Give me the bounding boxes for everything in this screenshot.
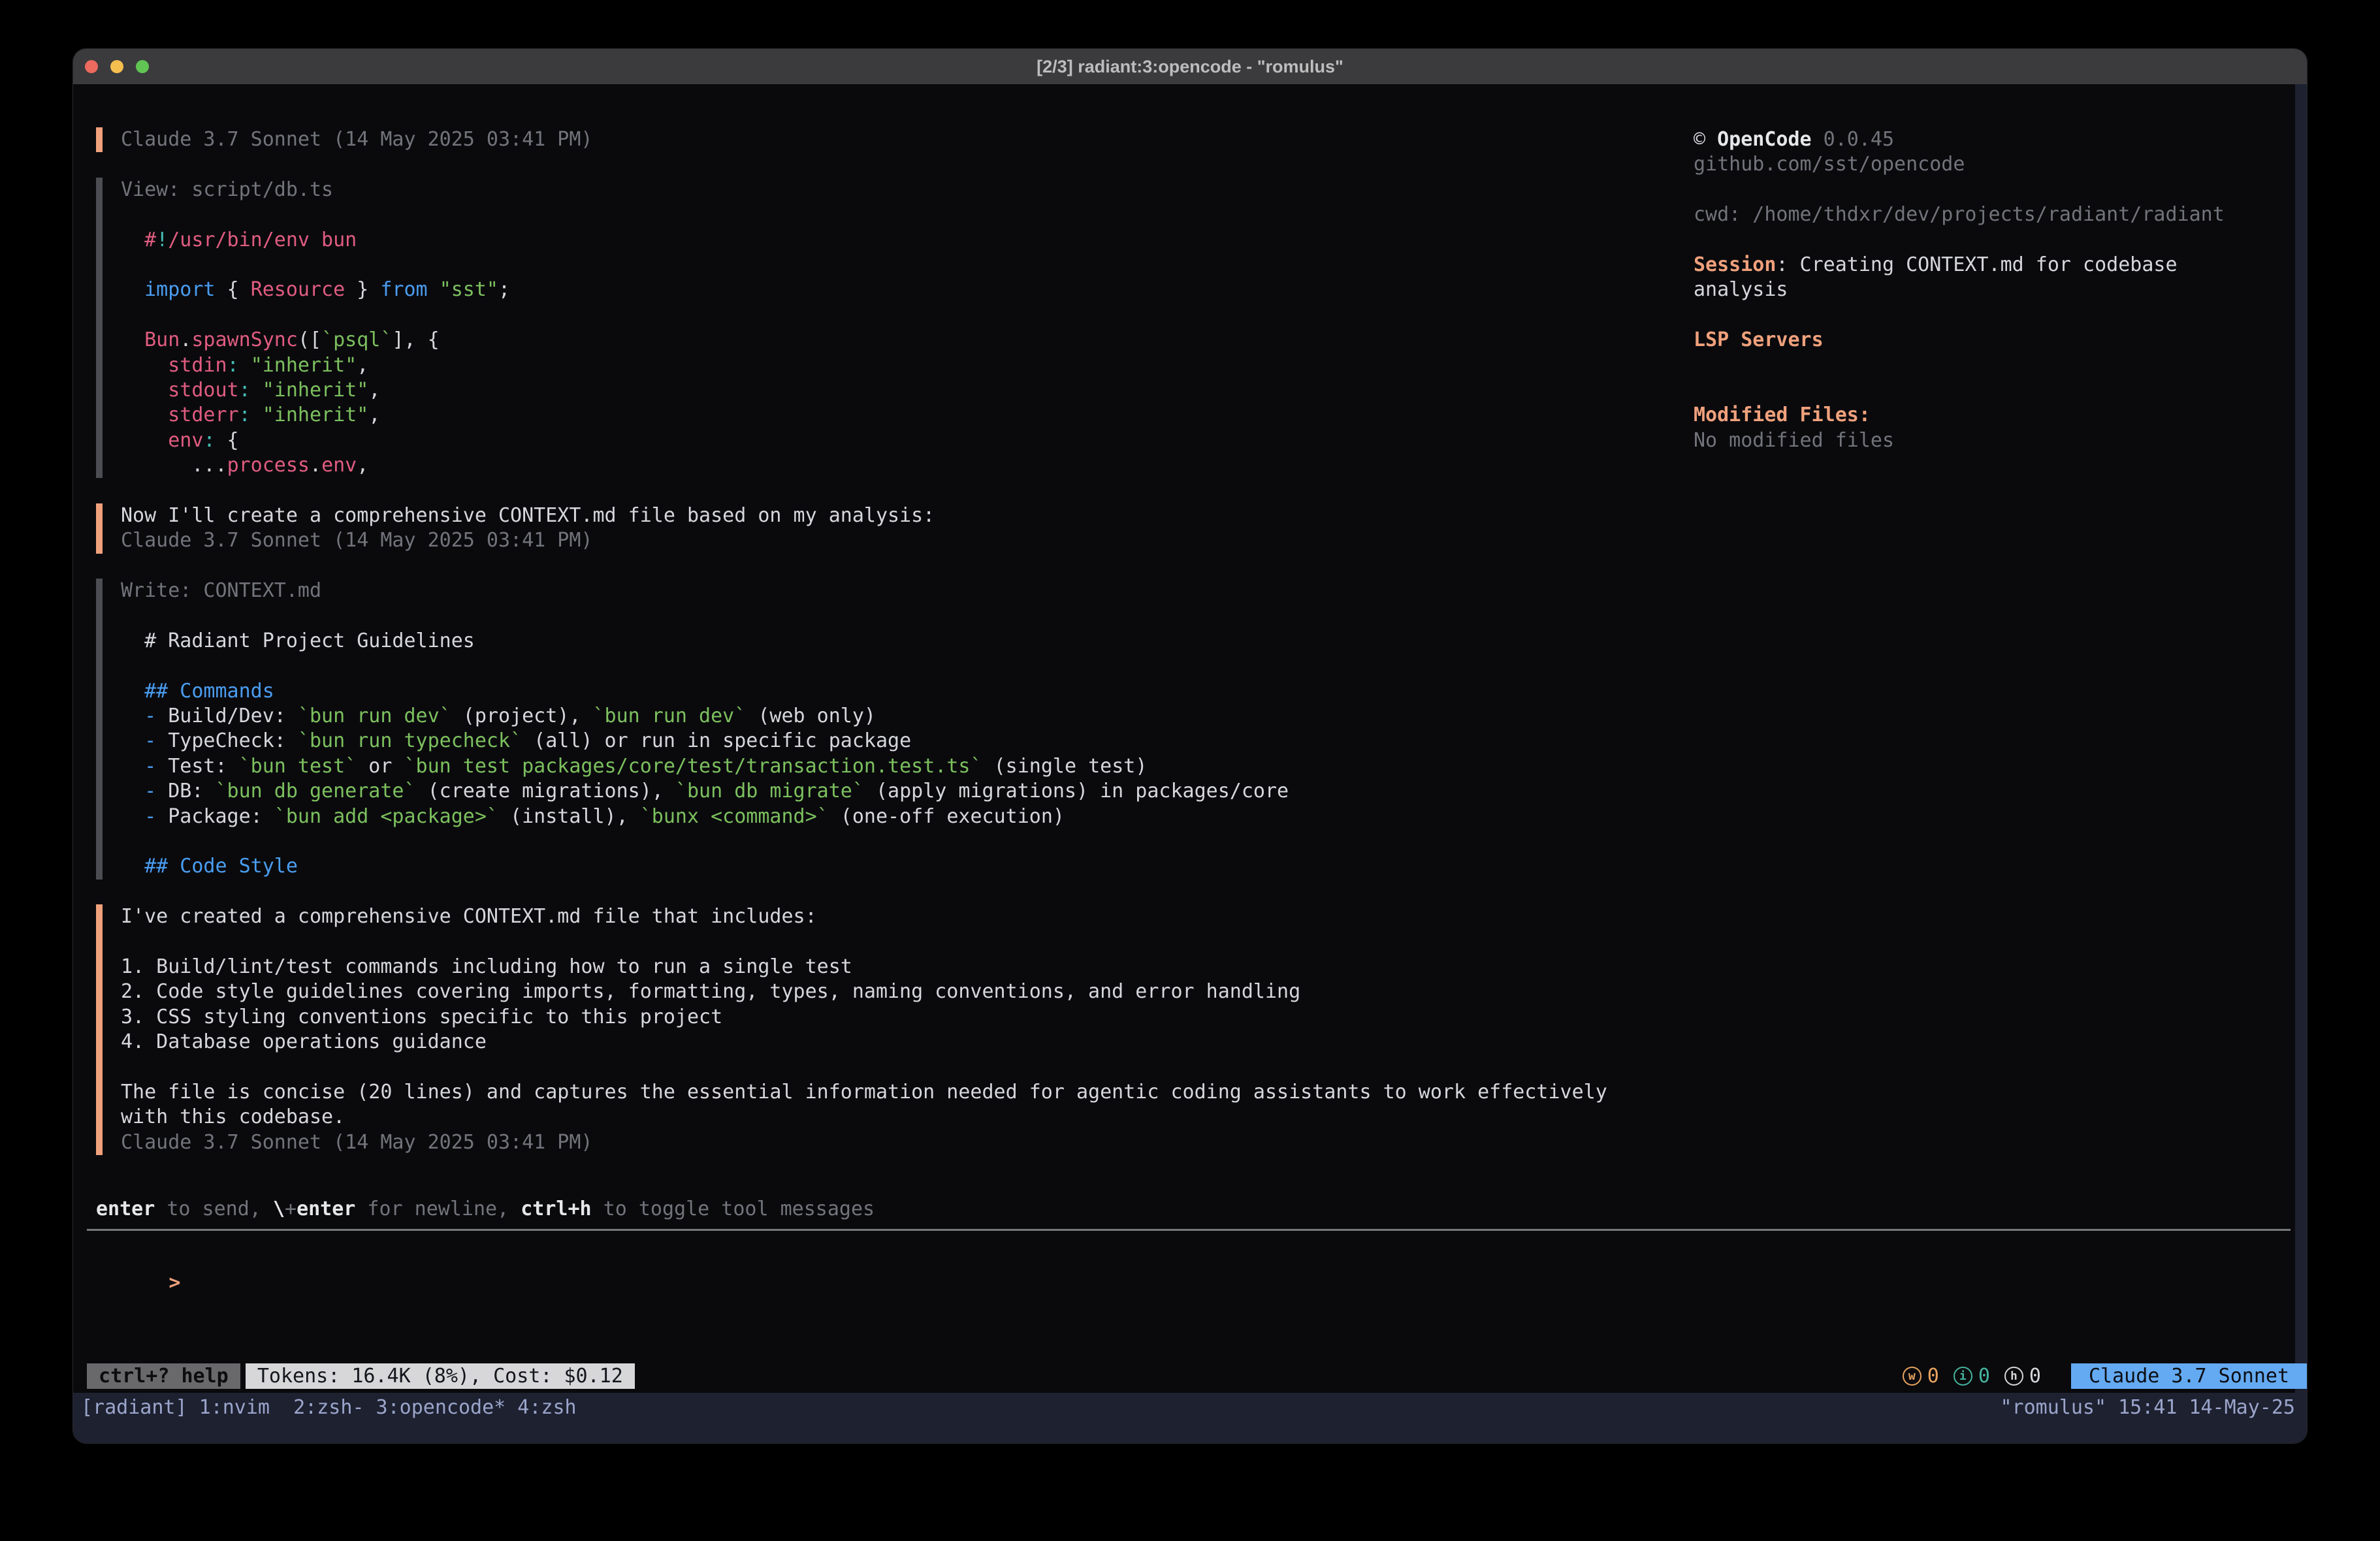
terminal-line: stderr: "inherit", [121,403,1690,428]
tmux-status-bar: [radiant] 1:nvim 2:zsh- 3:opencode* 4:zs… [73,1393,2307,1443]
tmux-window-list: [radiant] 1:nvim 2:zsh- 3:opencode* 4:zs… [81,1395,577,1420]
terminal-line [121,1055,1690,1079]
terminal-line [121,303,1690,328]
terminal-line: LSP Servers [1694,328,2307,353]
terminal-line [1694,228,2307,253]
terminal-line: View: script/db.ts [121,178,1690,202]
terminal-line: Modified Files: [1694,403,2307,428]
terminal-line: 1. Build/lint/test commands including ho… [121,955,1690,979]
terminal-line [121,603,1690,628]
terminal-line [1694,303,2307,328]
terminal-line: stdin: "inherit", [121,353,1690,378]
terminal-line: #!/usr/bin/env bun [121,228,1690,253]
status-right-group: w 0 i 0 h 0 Claude 3.7 Sonnet [1903,1363,2307,1389]
terminal-line: github.com/sst/opencode [1694,152,2307,177]
input-divider [87,1229,2291,1231]
terminal-line: 2. Code style guidelines covering import… [121,979,1690,1004]
hint-icon: h [2004,1367,2023,1386]
info-icon: i [1954,1367,1972,1386]
tmux-session-clock: "romulus" 15:41 14-May-25 [2000,1395,2295,1420]
terminal-line: stdout: "inherit", [121,378,1690,403]
info-counter: i 0 [1954,1365,1990,1388]
terminal-line: - Test: `bun test` or `bun test packages… [121,754,1690,779]
terminal-line: # Radiant Project Guidelines [121,629,1690,654]
terminal-line: ...process.env, [121,453,1690,478]
terminal-line: No modified files [1694,428,2307,453]
terminal-line: ## Code Style [121,854,1690,879]
tokens-cost-badge: Tokens: 16.4K (8%), Cost: $0.12 [246,1363,635,1389]
status-bar: ctrl+? help Tokens: 16.4K (8%), Cost: $0… [73,1363,2307,1389]
terminal-line: enter to send, \+enter for newline, ctrl… [96,1197,875,1222]
terminal-line: - DB: `bun db generate` (create migratio… [121,779,1690,804]
terminal-line: I've created a comprehensive CONTEXT.md … [121,904,1690,929]
assistant-message: Now I'll create a comprehensive CONTEXT.… [96,503,1690,554]
terminal-line: import { Resource } from "sst"; [121,278,1690,302]
warnings-counter: w 0 [1903,1365,1939,1388]
terminal-line: Write: CONTEXT.md [121,579,1690,603]
hint-count: 0 [2029,1365,2041,1388]
chat-log: Claude 3.7 Sonnet (14 May 2025 03:41 PM)… [96,127,1690,1180]
terminal-line: ## Commands [121,679,1690,704]
terminal-line: 4. Database operations guidance [121,1030,1690,1055]
tool-view-block: View: script/db.ts #!/usr/bin/env bun im… [96,178,1690,479]
terminal-line: - Package: `bun add <package>` (install)… [121,804,1690,829]
window-titlebar: [2/3] radiant:3:opencode - "romulus" [73,49,2307,84]
help-shortcut-badge: ctrl+? help [87,1363,240,1389]
terminal-line: env: { [121,428,1690,453]
hint-counter: h 0 [2004,1365,2041,1388]
terminal-line: cwd: /home/thdxr/dev/projects/radiant/ra… [1694,202,2307,227]
terminal-line [1694,353,2307,378]
terminal-line [121,654,1690,678]
warning-count: 0 [1927,1365,1939,1388]
terminal-line: © OpenCode 0.0.45 [1694,127,2307,152]
warning-icon: w [1903,1367,1922,1386]
terminal-window: [2/3] radiant:3:opencode - "romulus" Cla… [73,49,2307,1443]
terminal-line: Claude 3.7 Sonnet (14 May 2025 03:41 PM) [121,1130,1690,1155]
terminal-line: The file is concise (20 lines) and captu… [121,1080,1690,1105]
tool-write-block: Write: CONTEXT.md # Radiant Project Guid… [96,579,1690,880]
terminal-line: Claude 3.7 Sonnet (14 May 2025 03:41 PM) [121,127,1690,152]
terminal-line [121,253,1690,278]
terminal-line [121,202,1690,227]
terminal-line: 3. CSS styling conventions specific to t… [121,1005,1690,1030]
session-sidebar: © OpenCode 0.0.45github.com/sst/opencode… [1694,127,2307,453]
terminal-line [121,829,1690,854]
terminal-line: Bun.spawnSync([`psql`], { [121,328,1690,353]
assistant-message-header: Claude 3.7 Sonnet (14 May 2025 03:41 PM) [96,127,1690,152]
assistant-summary-message: I've created a comprehensive CONTEXT.md … [96,904,1690,1155]
terminal-line: Claude 3.7 Sonnet (14 May 2025 03:41 PM) [121,528,1690,553]
terminal-content: Claude 3.7 Sonnet (14 May 2025 03:41 PM)… [73,84,2307,1443]
prompt-symbol: > [169,1271,180,1294]
info-count: 0 [1978,1365,1990,1388]
terminal-line: Session: Creating CONTEXT.md for codebas… [1694,253,2307,278]
terminal-line: - Build/Dev: `bun run dev` (project), `b… [121,704,1690,729]
terminal-line [1694,378,2307,403]
terminal-line: - TypeCheck: `bun run typecheck` (all) o… [121,729,1690,754]
prompt-input[interactable]: > [98,1246,180,1271]
keybinding-hint: enter to send, \+enter for newline, ctrl… [96,1197,875,1222]
terminal-line: Now I'll create a comprehensive CONTEXT.… [121,503,1690,528]
terminal-line [1694,178,2307,202]
window-title: [2/3] radiant:3:opencode - "romulus" [73,49,2307,84]
terminal-line: analysis [1694,278,2307,302]
terminal-line [121,930,1690,955]
terminal-line: with this codebase. [121,1105,1690,1130]
model-badge: Claude 3.7 Sonnet [2071,1363,2307,1389]
